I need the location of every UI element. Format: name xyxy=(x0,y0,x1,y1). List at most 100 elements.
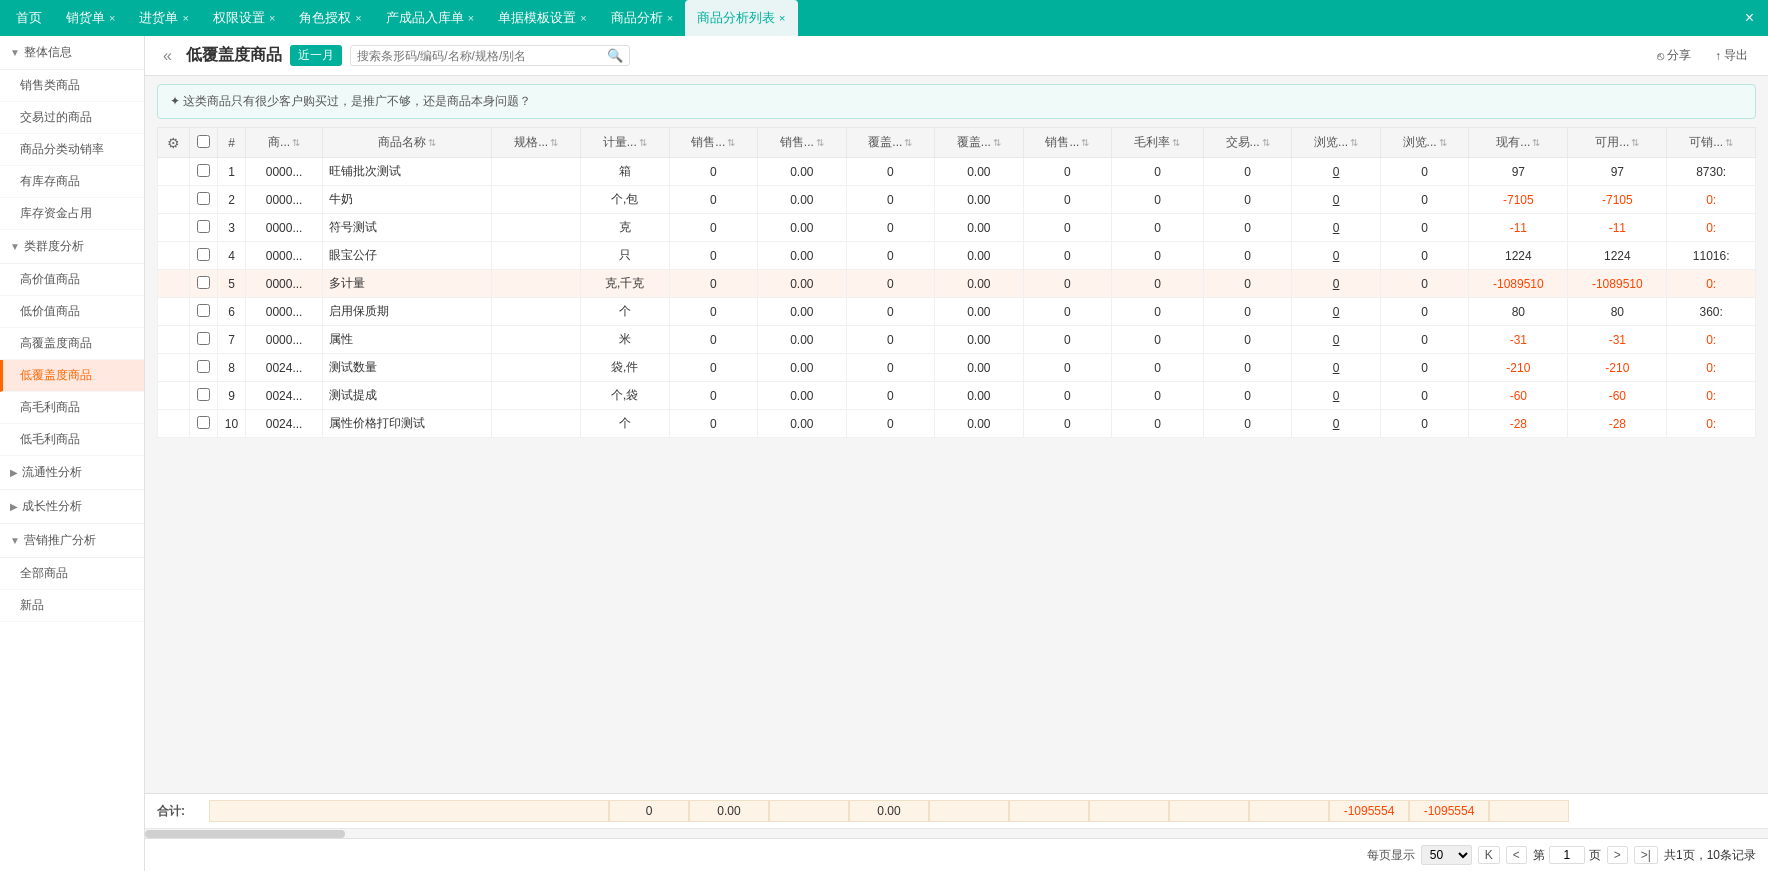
column-name[interactable]: 商品名称⇅ xyxy=(323,128,492,158)
nav-close-icon[interactable]: × xyxy=(468,0,474,36)
sidebar-section-marketing-analysis[interactable]: ▼ 营销推广分析 xyxy=(0,524,144,558)
cell-available: -31 xyxy=(1568,326,1667,354)
cell-unit: 克 xyxy=(580,214,669,242)
page-size-select[interactable]: 50 10 20 100 xyxy=(1421,845,1472,865)
cell-browse1[interactable]: 0 xyxy=(1292,242,1381,270)
window-close-button[interactable]: × xyxy=(1735,9,1764,27)
cell-unit: 只 xyxy=(580,242,669,270)
cell-no: 1 xyxy=(218,158,246,186)
nav-close-icon[interactable]: × xyxy=(109,0,115,36)
column-current[interactable]: 现有...⇅ xyxy=(1469,128,1568,158)
column-unit[interactable]: 计量...⇅ xyxy=(580,128,669,158)
search-input[interactable] xyxy=(357,49,603,63)
cell-browse1[interactable]: 0 xyxy=(1292,186,1381,214)
nav-sales-order[interactable]: 销货单 × xyxy=(54,0,127,36)
sidebar-item-high-profit[interactable]: 高毛利商品 xyxy=(0,392,144,424)
column-sales-cnt[interactable]: 销售...⇅ xyxy=(1023,128,1112,158)
time-filter-button[interactable]: 近一月 xyxy=(290,45,342,66)
cell-browse1[interactable]: 0 xyxy=(1292,298,1381,326)
cell-browse1[interactable]: 0 xyxy=(1292,158,1381,186)
cell-checkbox[interactable] xyxy=(190,326,218,354)
column-gross[interactable]: 毛利率⇅ xyxy=(1112,128,1204,158)
nav-purchase-order[interactable]: 进货单 × xyxy=(127,0,200,36)
nav-template-settings[interactable]: 单据模板设置 × xyxy=(486,0,598,36)
cell-cover2: 0.00 xyxy=(935,298,1024,326)
sidebar-item-low-value[interactable]: 低价值商品 xyxy=(0,296,144,328)
table-container[interactable]: ⚙ # 商...⇅ 商品名称⇅ 规格...⇅ xyxy=(157,127,1756,793)
nav-permission-settings[interactable]: 权限设置 × xyxy=(201,0,287,36)
nav-role-auth[interactable]: 角色授权 × xyxy=(287,0,373,36)
column-trade[interactable]: 交易...⇅ xyxy=(1203,128,1292,158)
search-icon[interactable]: 🔍 xyxy=(607,48,623,63)
cell-browse1[interactable]: 0 xyxy=(1292,214,1381,242)
column-code[interactable]: 商...⇅ xyxy=(246,128,323,158)
cell-browse1[interactable]: 0 xyxy=(1292,270,1381,298)
sidebar-item-traded-goods[interactable]: 交易过的商品 xyxy=(0,102,144,134)
first-page-button[interactable]: K xyxy=(1478,846,1500,864)
cell-browse1[interactable]: 0 xyxy=(1292,382,1381,410)
nav-finished-goods[interactable]: 产成品入库单 × xyxy=(374,0,486,36)
cell-checkbox[interactable] xyxy=(190,410,218,438)
nav-close-active-icon[interactable]: × xyxy=(779,0,785,36)
cell-checkbox[interactable] xyxy=(190,186,218,214)
column-sellable[interactable]: 可销...⇅ xyxy=(1667,128,1756,158)
sidebar-section-growth-analysis[interactable]: ▶ 成长性分析 xyxy=(0,490,144,524)
cell-checkbox[interactable] xyxy=(190,270,218,298)
sidebar-item-new-goods[interactable]: 新品 xyxy=(0,590,144,622)
nav-goods-analysis[interactable]: 商品分析 × xyxy=(599,0,685,36)
share-button[interactable]: ⎋ 分享 xyxy=(1649,44,1699,67)
cell-settings xyxy=(158,158,190,186)
cell-checkbox[interactable] xyxy=(190,214,218,242)
cell-checkbox[interactable] xyxy=(190,158,218,186)
cell-gross: 0 xyxy=(1112,158,1204,186)
sidebar-section-overall[interactable]: ▼ 整体信息 xyxy=(0,36,144,70)
sidebar-item-category-rate[interactable]: 商品分类动销率 xyxy=(0,134,144,166)
cell-checkbox[interactable] xyxy=(190,298,218,326)
cell-sales-cnt: 0 xyxy=(1023,214,1112,242)
last-page-button[interactable]: >| xyxy=(1634,846,1658,864)
nav-close-icon[interactable]: × xyxy=(182,0,188,36)
settings-icon[interactable]: ⚙ xyxy=(167,135,180,151)
cell-checkbox[interactable] xyxy=(190,354,218,382)
cell-checkbox[interactable] xyxy=(190,382,218,410)
sidebar-item-high-value[interactable]: 高价值商品 xyxy=(0,264,144,296)
column-checkbox[interactable] xyxy=(190,128,218,158)
column-spec[interactable]: 规格...⇅ xyxy=(492,128,581,158)
sidebar-item-sales-goods[interactable]: 销售类商品 xyxy=(0,70,144,102)
cell-browse1[interactable]: 0 xyxy=(1292,354,1381,382)
nav-home[interactable]: 首页 xyxy=(4,0,54,36)
export-button[interactable]: ↑ 导出 xyxy=(1707,44,1756,67)
sidebar-item-low-profit[interactable]: 低毛利商品 xyxy=(0,424,144,456)
column-cover1[interactable]: 覆盖...⇅ xyxy=(846,128,935,158)
nav-close-icon[interactable]: × xyxy=(580,0,586,36)
nav-close-icon[interactable]: × xyxy=(667,0,673,36)
nav-close-icon[interactable]: × xyxy=(355,0,361,36)
column-cover2[interactable]: 覆盖...⇅ xyxy=(935,128,1024,158)
sidebar-section-group-analysis[interactable]: ▼ 类群度分析 xyxy=(0,230,144,264)
column-available[interactable]: 可用...⇅ xyxy=(1568,128,1667,158)
column-sales-qty[interactable]: 销售...⇅ xyxy=(669,128,758,158)
next-page-button[interactable]: > xyxy=(1607,846,1628,864)
sidebar-item-all-goods[interactable]: 全部商品 xyxy=(0,558,144,590)
cell-browse1[interactable]: 0 xyxy=(1292,410,1381,438)
sidebar-item-low-coverage[interactable]: 低覆盖度商品 xyxy=(0,360,144,392)
sidebar-item-stocked-goods[interactable]: 有库存商品 xyxy=(0,166,144,198)
sort-icon: ⇅ xyxy=(550,137,558,148)
column-sales-amt[interactable]: 销售...⇅ xyxy=(758,128,847,158)
nav-close-icon[interactable]: × xyxy=(269,0,275,36)
column-browse2[interactable]: 浏览...⇅ xyxy=(1380,128,1469,158)
nav-goods-analysis-list[interactable]: 商品分析列表 × xyxy=(685,0,797,36)
sidebar-section-flow-analysis[interactable]: ▶ 流通性分析 xyxy=(0,456,144,490)
column-settings[interactable]: ⚙ xyxy=(158,128,190,158)
prev-page-button[interactable]: < xyxy=(1506,846,1527,864)
cell-checkbox[interactable] xyxy=(190,242,218,270)
sidebar-toggle-button[interactable]: « xyxy=(157,45,178,67)
select-all-checkbox[interactable] xyxy=(197,135,210,148)
sidebar-item-inventory-capital[interactable]: 库存资金占用 xyxy=(0,198,144,230)
column-browse1[interactable]: 浏览...⇅ xyxy=(1292,128,1381,158)
scrollbar-thumb[interactable] xyxy=(145,830,345,838)
page-number-input[interactable] xyxy=(1549,846,1585,864)
cell-browse1[interactable]: 0 xyxy=(1292,326,1381,354)
sidebar-item-high-coverage[interactable]: 高覆盖度商品 xyxy=(0,328,144,360)
horizontal-scrollbar[interactable] xyxy=(145,828,1768,838)
